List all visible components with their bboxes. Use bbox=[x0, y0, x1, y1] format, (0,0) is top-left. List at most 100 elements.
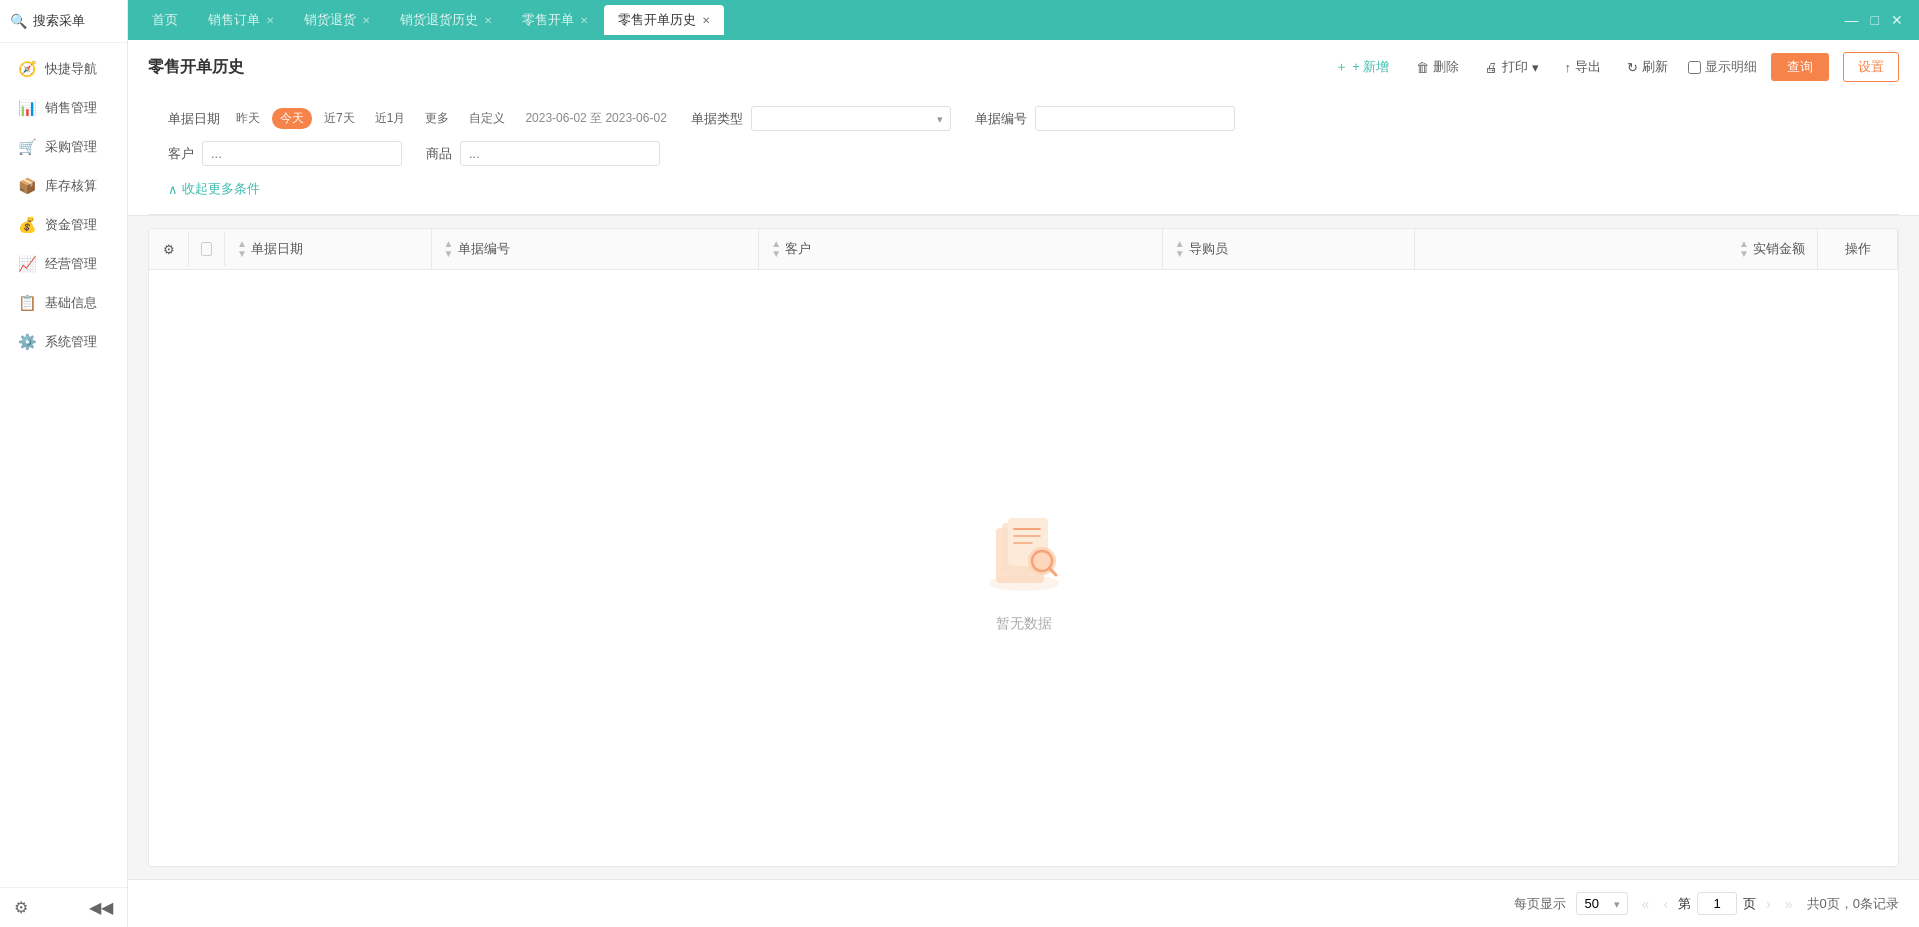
th-amount-label: 实销金额 bbox=[1753, 240, 1805, 258]
bill-no-input[interactable] bbox=[1035, 106, 1235, 131]
maximize-button[interactable]: □ bbox=[1871, 12, 1879, 28]
bill-type-select[interactable] bbox=[751, 106, 951, 131]
th-customer[interactable]: ▲▼ 客户 bbox=[759, 229, 1162, 269]
bill-type-label: 单据类型 bbox=[691, 110, 743, 128]
header-checkbox[interactable] bbox=[201, 242, 212, 256]
sidebar-item-label: 库存核算 bbox=[45, 177, 97, 195]
page-number-input[interactable] bbox=[1697, 892, 1737, 915]
tab-sales-return-history-close[interactable]: ✕ bbox=[484, 15, 492, 26]
customer-input[interactable] bbox=[202, 141, 402, 166]
last-page-button[interactable]: » bbox=[1781, 894, 1797, 914]
first-page-button[interactable]: « bbox=[1638, 894, 1654, 914]
page-label-pre: 第 bbox=[1678, 895, 1691, 913]
goods-input[interactable] bbox=[460, 141, 660, 166]
sidebar-item-inventory[interactable]: 📦 库存核算 bbox=[4, 167, 123, 205]
search-icon: 🔍 bbox=[10, 13, 27, 29]
sidebar: 🔍 搜索采单 🧭 快捷导航 📊 销售管理 🛒 采购管理 📦 库存核算 💰 资金管… bbox=[0, 0, 128, 927]
sidebar-item-operations[interactable]: 📈 经营管理 bbox=[4, 245, 123, 283]
customer-filter: 客户 bbox=[168, 141, 402, 166]
sidebar-item-label: 快捷导航 bbox=[45, 60, 97, 78]
sidebar-item-finance[interactable]: 💰 资金管理 bbox=[4, 206, 123, 244]
tab-sales-order-close[interactable]: ✕ bbox=[266, 15, 274, 26]
sidebar-item-purchase-mgmt[interactable]: 🛒 采购管理 bbox=[4, 128, 123, 166]
tab-sales-return-close[interactable]: ✕ bbox=[362, 15, 370, 26]
tab-home[interactable]: 首页 bbox=[138, 5, 192, 35]
bill-type-filter: 单据类型 bbox=[691, 106, 951, 131]
print-icon: 🖨 bbox=[1485, 60, 1498, 75]
tab-retail-open-label: 零售开单 bbox=[522, 11, 574, 29]
date-opt-more[interactable]: 更多 bbox=[417, 108, 457, 129]
date-opt-today[interactable]: 今天 bbox=[272, 108, 312, 129]
th-date[interactable]: ▲▼ 单据日期 bbox=[225, 229, 432, 269]
refresh-label: 刷新 bbox=[1642, 58, 1668, 76]
sidebar-item-label: 采购管理 bbox=[45, 138, 97, 156]
print-button[interactable]: 🖨 打印 ▾ bbox=[1479, 54, 1545, 80]
page-title: 零售开单历史 bbox=[148, 57, 244, 78]
main-area: 首页 销售订单 ✕ 销货退货 ✕ 销货退货历史 ✕ 零售开单 ✕ 零售开单历史 … bbox=[128, 0, 1919, 927]
filter-row-2: 客户 商品 bbox=[168, 141, 1879, 166]
bill-no-filter: 单据编号 bbox=[975, 106, 1235, 131]
salesman-sort-icon: ▲▼ bbox=[1175, 239, 1185, 259]
tab-retail-open-history[interactable]: 零售开单历史 ✕ bbox=[604, 5, 724, 35]
tab-sales-order[interactable]: 销售订单 ✕ bbox=[194, 5, 288, 35]
date-opt-yesterday[interactable]: 昨天 bbox=[228, 108, 268, 129]
sidebar-nav: 🧭 快捷导航 📊 销售管理 🛒 采购管理 📦 库存核算 💰 资金管理 📈 经营管… bbox=[0, 43, 127, 887]
th-action-label: 操作 bbox=[1845, 240, 1871, 258]
date-opt-last7[interactable]: 近7天 bbox=[316, 108, 363, 129]
collapse-filter-button[interactable]: ∧ 收起更多条件 bbox=[168, 176, 1879, 202]
tab-retail-open[interactable]: 零售开单 ✕ bbox=[508, 5, 602, 35]
date-sort-icon: ▲▼ bbox=[237, 239, 247, 259]
th-billno[interactable]: ▲▼ 单据编号 bbox=[432, 229, 760, 269]
sidebar-item-sys-mgmt[interactable]: ⚙️ 系统管理 bbox=[4, 323, 123, 361]
search-menu-item[interactable]: 🔍 搜索采单 bbox=[0, 0, 127, 43]
next-page-button[interactable]: › bbox=[1762, 894, 1775, 914]
sidebar-item-basic-info[interactable]: 📋 基础信息 bbox=[4, 284, 123, 322]
refresh-button[interactable]: ↻ 刷新 bbox=[1621, 54, 1674, 80]
minimize-button[interactable]: — bbox=[1845, 12, 1859, 28]
sidebar-item-sales-mgmt[interactable]: 📊 销售管理 bbox=[4, 89, 123, 127]
export-button[interactable]: ↑ 导出 bbox=[1559, 54, 1608, 80]
sidebar-item-label: 经营管理 bbox=[45, 255, 97, 273]
tab-retail-open-close[interactable]: ✕ bbox=[580, 15, 588, 26]
collapse-up-icon: ∧ bbox=[168, 182, 178, 197]
date-opt-custom[interactable]: 自定义 bbox=[461, 108, 513, 129]
purchase-mgmt-icon: 🛒 bbox=[18, 138, 37, 156]
sidebar-item-quick-nav[interactable]: 🧭 快捷导航 bbox=[4, 50, 123, 88]
collapse-sidebar-icon[interactable]: ◀◀ bbox=[89, 898, 113, 917]
empty-text: 暂无数据 bbox=[996, 615, 1052, 633]
th-amount[interactable]: ▲▼ 实销金额 bbox=[1566, 229, 1818, 269]
th-gear[interactable]: ⚙ bbox=[149, 232, 189, 267]
add-button[interactable]: ＋ + 新增 bbox=[1329, 54, 1395, 80]
per-page-select[interactable]: 50 100 200 bbox=[1576, 892, 1628, 915]
inventory-icon: 📦 bbox=[18, 177, 37, 195]
show-detail-input[interactable] bbox=[1688, 61, 1701, 74]
tab-sales-return-history[interactable]: 销货退货历史 ✕ bbox=[386, 5, 506, 35]
export-label: 导出 bbox=[1575, 58, 1601, 76]
refresh-icon: ↻ bbox=[1627, 60, 1638, 75]
filter-row-1: 单据日期 昨天 今天 近7天 近1月 更多 自定义 2023-06-02 至 2… bbox=[168, 106, 1879, 131]
date-range-display: 2023-06-02 至 2023-06-02 bbox=[525, 110, 666, 127]
add-label: + 新增 bbox=[1352, 58, 1389, 76]
close-button[interactable]: ✕ bbox=[1891, 12, 1903, 28]
delete-button[interactable]: 🗑 删除 bbox=[1410, 54, 1465, 80]
th-salesman[interactable]: ▲▼ 导购员 bbox=[1163, 229, 1415, 269]
operations-icon: 📈 bbox=[18, 255, 37, 273]
th-date-label: 单据日期 bbox=[251, 240, 303, 258]
settings-bottom-icon[interactable]: ⚙ bbox=[14, 898, 28, 917]
finance-icon: 💰 bbox=[18, 216, 37, 234]
th-checkbox[interactable] bbox=[189, 232, 225, 266]
tab-sales-return[interactable]: 销货退货 ✕ bbox=[290, 5, 384, 35]
print-dropdown-icon: ▾ bbox=[1532, 60, 1539, 75]
show-detail-checkbox[interactable]: 显示明细 bbox=[1688, 58, 1757, 76]
date-options: 昨天 今天 近7天 近1月 更多 自定义 bbox=[228, 108, 513, 129]
page-label-post: 页 bbox=[1743, 895, 1756, 913]
th-action: 操作 bbox=[1818, 230, 1898, 268]
empty-svg bbox=[974, 503, 1074, 603]
prev-page-button[interactable]: ‹ bbox=[1659, 894, 1672, 914]
settings-button[interactable]: 设置 bbox=[1843, 52, 1899, 82]
customer-label: 客户 bbox=[168, 145, 194, 163]
date-opt-last1m[interactable]: 近1月 bbox=[367, 108, 414, 129]
query-button[interactable]: 查询 bbox=[1771, 53, 1829, 81]
delete-label: 删除 bbox=[1433, 58, 1459, 76]
tab-retail-open-history-close[interactable]: ✕ bbox=[702, 15, 710, 26]
